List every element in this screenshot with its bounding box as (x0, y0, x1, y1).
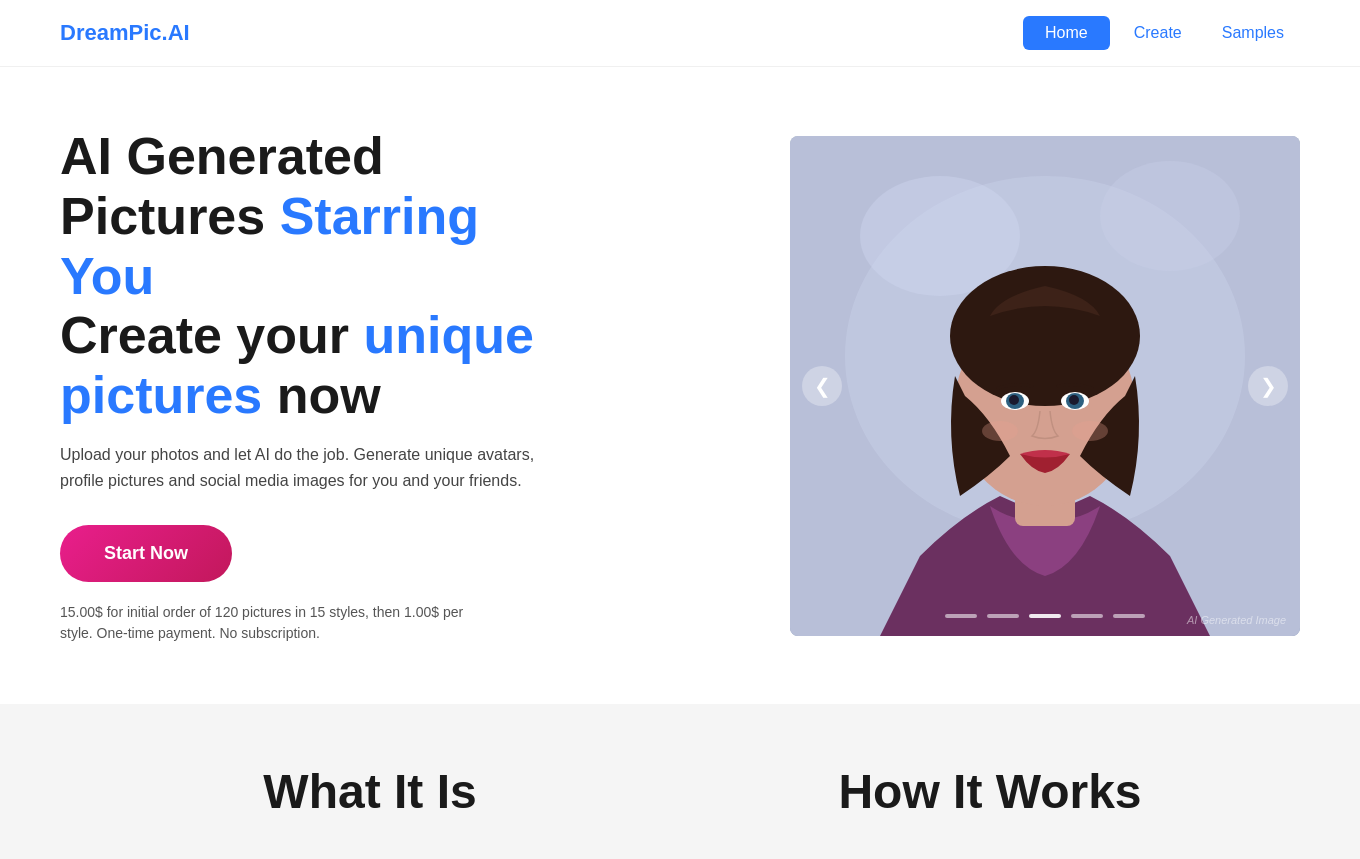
dot-1[interactable] (945, 614, 977, 618)
carousel-prev-button[interactable]: ❮ (802, 366, 842, 406)
pricing-note: 15.00$ for initial order of 120 pictures… (60, 602, 480, 644)
bottom-section: What It Is How It Works (0, 704, 1360, 859)
svg-point-3 (1100, 161, 1240, 271)
hero-subtitle: Upload your photos and let AI do the job… (60, 442, 540, 493)
start-now-button[interactable]: Start Now (60, 525, 232, 582)
carousel-next-button[interactable]: ❯ (1248, 366, 1288, 406)
navbar: DreamPic.AI Home Create Samples (0, 0, 1360, 67)
dot-4[interactable] (1071, 614, 1103, 618)
dot-2[interactable] (987, 614, 1019, 618)
title-pictures: pictures (60, 366, 262, 424)
nav-samples-button[interactable]: Samples (1206, 16, 1300, 50)
how-it-works-col: How It Works (710, 764, 1270, 819)
title-starring: Starring (280, 187, 479, 245)
hero-right: ❮ ❯ AI Generated Image (790, 136, 1300, 636)
svg-point-12 (1009, 395, 1019, 405)
title-line2-plain: Pictures (60, 187, 280, 245)
how-it-works-heading: How It Works (710, 764, 1270, 819)
dot-5[interactable] (1113, 614, 1145, 618)
dot-3[interactable] (1029, 614, 1061, 618)
portrait-svg (790, 136, 1300, 636)
what-it-is-heading: What It Is (90, 764, 650, 819)
title-create: Create your (60, 306, 363, 364)
nav-links: Home Create Samples (1023, 16, 1300, 50)
title-unique: unique (363, 306, 533, 364)
carousel: ❮ ❯ AI Generated Image (790, 136, 1300, 636)
logo-highlight: Pic (128, 20, 161, 45)
title-now: now (262, 366, 380, 424)
carousel-dots (945, 614, 1145, 618)
carousel-image (790, 136, 1300, 636)
logo-suffix: .AI (162, 20, 190, 45)
title-you: You (60, 247, 154, 305)
nav-home-button[interactable]: Home (1023, 16, 1110, 50)
nav-create-button[interactable]: Create (1118, 16, 1198, 50)
title-line1: AI Generated (60, 127, 384, 185)
hero-section: AI Generated Pictures Starring You Creat… (0, 67, 1360, 704)
hero-left: AI Generated Pictures Starring You Creat… (60, 127, 620, 644)
svg-point-14 (982, 421, 1018, 441)
chevron-left-icon: ❮ (814, 374, 831, 398)
logo-prefix: Dream (60, 20, 128, 45)
svg-point-13 (1069, 395, 1079, 405)
chevron-right-icon: ❯ (1260, 374, 1277, 398)
svg-point-15 (1072, 421, 1108, 441)
hero-title: AI Generated Pictures Starring You Creat… (60, 127, 620, 426)
what-it-is-col: What It Is (90, 764, 650, 819)
logo: DreamPic.AI (60, 20, 190, 46)
carousel-watermark: AI Generated Image (1187, 614, 1286, 626)
